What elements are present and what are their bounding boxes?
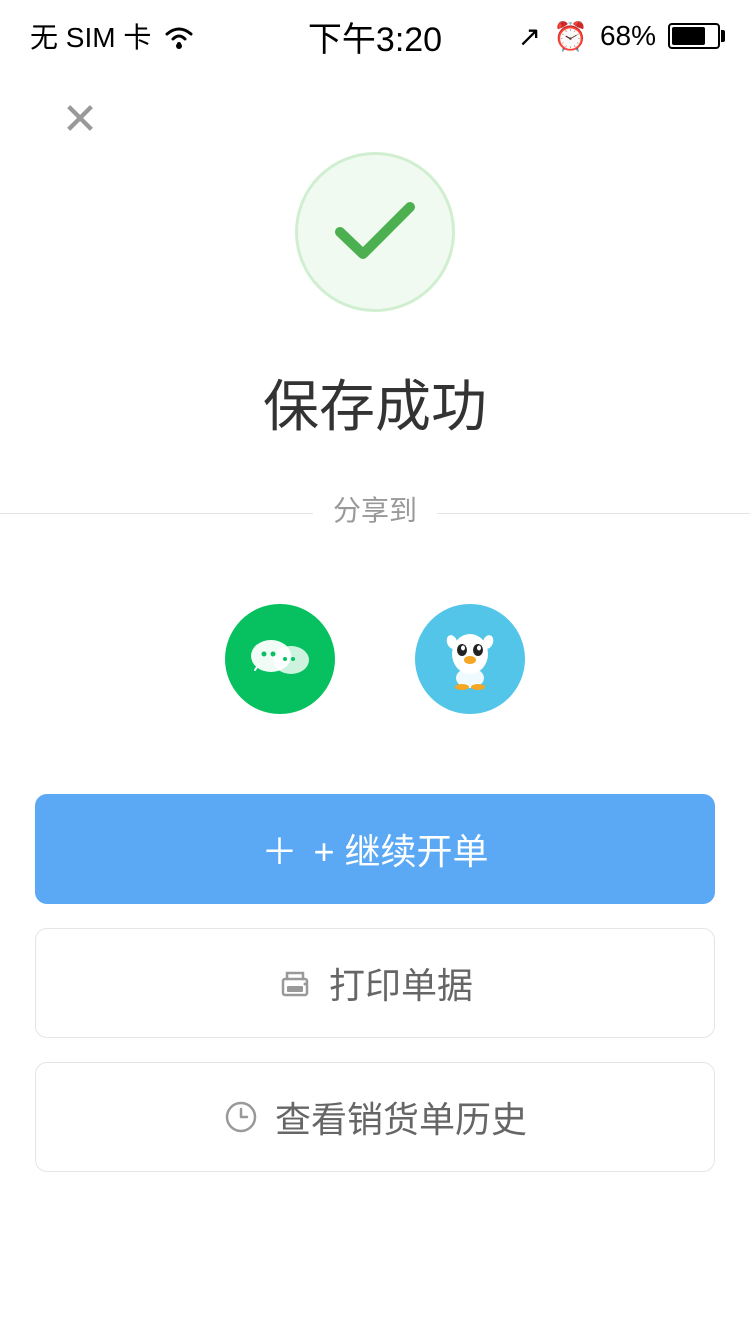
continue-button[interactable]: ＋ + 继续开单 [35, 794, 715, 904]
share-label: 分享到 [333, 495, 417, 526]
alarm-icon: ⏰ [553, 20, 588, 53]
success-title: 保存成功 [263, 362, 487, 443]
status-right: ↗ ⏰ 68% [518, 20, 720, 53]
wifi-icon [161, 22, 197, 50]
share-section: 分享到 [0, 513, 750, 514]
history-label: 查看销货单历史 [275, 1091, 527, 1143]
print-button[interactable]: 打印单据 [35, 928, 715, 1038]
print-icon [277, 965, 313, 1001]
status-time: 下午3:20 [308, 12, 442, 61]
continue-label: + 继续开单 [313, 823, 488, 875]
plus-icon: ＋ [261, 823, 297, 875]
status-left: 无 SIM 卡 [30, 16, 197, 56]
success-circle [295, 152, 455, 312]
battery-icon [668, 23, 720, 49]
close-icon: ✕ [62, 98, 99, 142]
location-icon: ↗ [518, 20, 541, 53]
carrier-text: 无 SIM 卡 [30, 16, 151, 56]
share-divider: 分享到 [0, 513, 750, 514]
history-icon [223, 1099, 259, 1135]
print-label: 打印单据 [329, 957, 473, 1009]
main-content: 保存成功 分享到 [0, 72, 750, 1172]
share-label-wrap: 分享到 [313, 489, 437, 529]
share-icons [225, 554, 525, 714]
status-bar: 无 SIM 卡 下午3:20 ↗ ⏰ 68% [0, 0, 750, 72]
qq-icon [435, 624, 505, 694]
close-button[interactable]: ✕ [50, 90, 110, 150]
history-button[interactable]: 查看销货单历史 [35, 1062, 715, 1172]
action-buttons: ＋ + 继续开单 打印单据 查看销货单历史 [35, 794, 715, 1172]
share-qq-button[interactable] [415, 604, 525, 714]
checkmark-icon [335, 202, 415, 262]
share-wechat-button[interactable] [225, 604, 335, 714]
wechat-icon [245, 624, 315, 694]
battery-percent: 68% [600, 20, 656, 52]
